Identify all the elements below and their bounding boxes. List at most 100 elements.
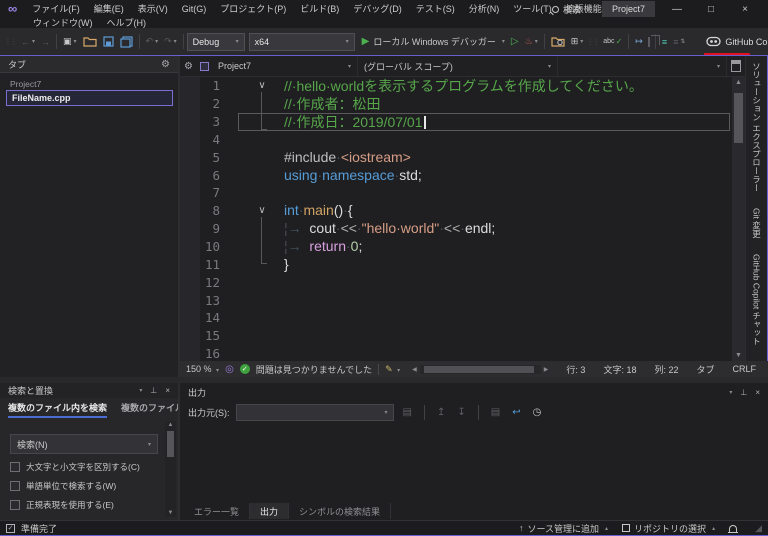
- menu-item[interactable]: 表示(V): [131, 2, 175, 15]
- line-number[interactable]: 12: [180, 275, 240, 290]
- search-solution-explorer-icon[interactable]: ⊞ ▾: [568, 36, 587, 47]
- line-indicator[interactable]: 行: 3: [560, 363, 591, 376]
- output-source-combobox[interactable]: ▾: [235, 403, 394, 421]
- scroll-up-icon[interactable]: ▲: [732, 79, 745, 86]
- side-tab[interactable]: Git 変更: [751, 208, 763, 238]
- find-option-row[interactable]: 大文字と小文字を区別する(C): [10, 461, 140, 473]
- platform-combobox[interactable]: x64 ▾: [248, 32, 355, 51]
- char-indicator[interactable]: 文字: 18: [597, 363, 642, 376]
- scroll-down-icon[interactable]: ▼: [732, 352, 745, 359]
- tab-replace-in-files[interactable]: 複数のファイルで置: [121, 401, 178, 414]
- select-repository-button[interactable]: リポジトリの選択 ▴: [622, 522, 715, 535]
- toolbar-drag-handle[interactable]: ⋮⋮: [586, 37, 600, 46]
- resize-grip[interactable]: ◢: [755, 523, 762, 534]
- start-without-debug-icon[interactable]: ▷: [508, 36, 522, 47]
- clear-output-icon[interactable]: ▤: [400, 407, 415, 418]
- menu-item[interactable]: 編集(E): [87, 2, 131, 15]
- add-to-source-control-button[interactable]: ↑ ソース管理に追加 ▴: [519, 522, 608, 535]
- chevron-down-icon[interactable]: ▾: [139, 387, 142, 394]
- code-line[interactable]: 7: [180, 184, 745, 202]
- menu-item[interactable]: 分析(N): [462, 2, 507, 15]
- split-window-icon[interactable]: [731, 60, 741, 72]
- undo-icon[interactable]: ↶ ▾: [143, 36, 162, 47]
- line-number[interactable]: 15: [180, 328, 240, 343]
- line-number[interactable]: 8: [180, 203, 240, 218]
- copy-icon[interactable]: [647, 34, 660, 47]
- live-share-icon[interactable]: ◎: [225, 364, 234, 375]
- timestamp-icon[interactable]: ◷: [530, 407, 545, 418]
- find-panel-scrollbar[interactable]: ▲ ▼: [165, 421, 176, 517]
- line-number[interactable]: 13: [180, 293, 240, 308]
- previous-message-icon[interactable]: ↥: [434, 407, 448, 418]
- line-number[interactable]: 9: [180, 221, 240, 236]
- scroll-right-icon[interactable]: ▶: [544, 366, 549, 373]
- menu-item[interactable]: デバッグ(D): [346, 2, 409, 15]
- chevron-down-icon[interactable]: ▾: [729, 389, 732, 396]
- line-number[interactable]: 2: [180, 96, 240, 111]
- code-line[interactable]: 12: [180, 273, 745, 291]
- maximize-button[interactable]: □: [694, 1, 728, 17]
- menu-item[interactable]: ビルド(B): [293, 2, 346, 15]
- line-number[interactable]: 4: [180, 132, 240, 147]
- line-number[interactable]: 3: [180, 114, 240, 129]
- code-line[interactable]: 6 using·namespace·std;: [180, 166, 745, 184]
- close-icon[interactable]: ×: [755, 388, 760, 397]
- navigate-forward-icon[interactable]: →: [38, 37, 53, 47]
- code-line[interactable]: 13: [180, 291, 745, 309]
- code-line[interactable]: 4: [180, 131, 745, 149]
- side-tab[interactable]: ソリューション エクスプローラー: [751, 62, 763, 192]
- gear-icon[interactable]: ⚙: [161, 59, 170, 70]
- save-icon[interactable]: [100, 36, 117, 47]
- hot-reload-icon[interactable]: ♨ ▾: [522, 36, 541, 47]
- line-number[interactable]: 6: [180, 168, 240, 183]
- side-tab[interactable]: GitHub Copilot チャット: [751, 254, 763, 346]
- open-folder-icon[interactable]: [80, 36, 100, 47]
- ink-toolbar-icon[interactable]: ✎ ▾: [385, 364, 400, 375]
- close-button[interactable]: ×: [728, 1, 762, 17]
- checkbox[interactable]: [10, 481, 20, 491]
- scrollbar-thumb[interactable]: [734, 93, 743, 143]
- solution-config-combobox[interactable]: Debug ▾: [186, 32, 245, 51]
- bottom-tab-出力[interactable]: 出力: [250, 503, 290, 519]
- menu-item[interactable]: ファイル(F): [25, 2, 87, 15]
- redo-icon[interactable]: ↷ ▾: [161, 36, 180, 47]
- start-debug-button[interactable]: ▶ ローカル Windows デバッガー ▾: [359, 35, 508, 48]
- project-dropdown[interactable]: Project7 ▾: [212, 56, 358, 76]
- title-search-box[interactable]: 検索 ▾: [552, 2, 590, 16]
- code-line[interactable]: 16: [180, 345, 745, 361]
- toolbar-drag-handle[interactable]: ⋮⋮: [4, 37, 18, 46]
- pin-icon[interactable]: ⊥: [150, 386, 157, 395]
- menu-item[interactable]: Git(G): [175, 4, 214, 14]
- scope-dropdown[interactable]: (グローバル スコープ) ▾: [358, 56, 558, 76]
- scroll-left-icon[interactable]: ◀: [412, 366, 417, 373]
- word-wrap-icon[interactable]: ↩: [509, 407, 523, 418]
- code-line[interactable]: 15: [180, 327, 745, 345]
- line-number[interactable]: 1: [180, 78, 240, 93]
- gear-icon[interactable]: ⚙: [180, 61, 197, 72]
- line-number[interactable]: 10: [180, 239, 240, 254]
- menu-item[interactable]: プロジェクト(P): [213, 2, 293, 15]
- horizontal-scrollbar[interactable]: ◀ ▶: [412, 364, 548, 374]
- list-members-icon[interactable]: ≡: [659, 37, 670, 47]
- column-indicator[interactable]: 列: 22: [648, 363, 684, 376]
- save-all-icon[interactable]: [117, 35, 136, 48]
- find-option-row[interactable]: 単語単位で検索する(W): [10, 480, 140, 492]
- navigate-back-icon[interactable]: ← ▾: [18, 37, 38, 47]
- spell-checker-icon[interactable]: abc ✓: [600, 37, 625, 46]
- bottom-tab-エラー一覧[interactable]: エラー一覧: [184, 503, 251, 519]
- vertical-scrollbar[interactable]: ▲ ▼: [732, 77, 745, 361]
- zoom-dropdown[interactable]: 150 % ▾: [186, 364, 219, 374]
- fold-arrow-icon[interactable]: ∨: [240, 205, 284, 216]
- checkbox[interactable]: [10, 462, 20, 472]
- pin-icon[interactable]: ⊥: [740, 388, 747, 397]
- menu-item[interactable]: ウィンドウ(W): [26, 16, 100, 29]
- close-icon[interactable]: ×: [165, 386, 170, 395]
- tab-find-in-files[interactable]: 複数のファイル内を検索: [8, 401, 108, 418]
- clear-all-icon[interactable]: ▤: [488, 407, 503, 418]
- line-number[interactable]: 5: [180, 150, 240, 165]
- find-search-dropdown[interactable]: 検索(N) ▾: [10, 434, 158, 454]
- code-editor[interactable]: 1 ∨//·hello·worldを表示するプログラムを作成してください。 2//·…: [180, 77, 745, 361]
- bottom-tab-シンボルの検索結果[interactable]: シンボルの検索結果: [289, 503, 392, 519]
- find-option-row[interactable]: 正規表現を使用する(E): [10, 499, 140, 511]
- minimize-button[interactable]: —: [660, 1, 694, 17]
